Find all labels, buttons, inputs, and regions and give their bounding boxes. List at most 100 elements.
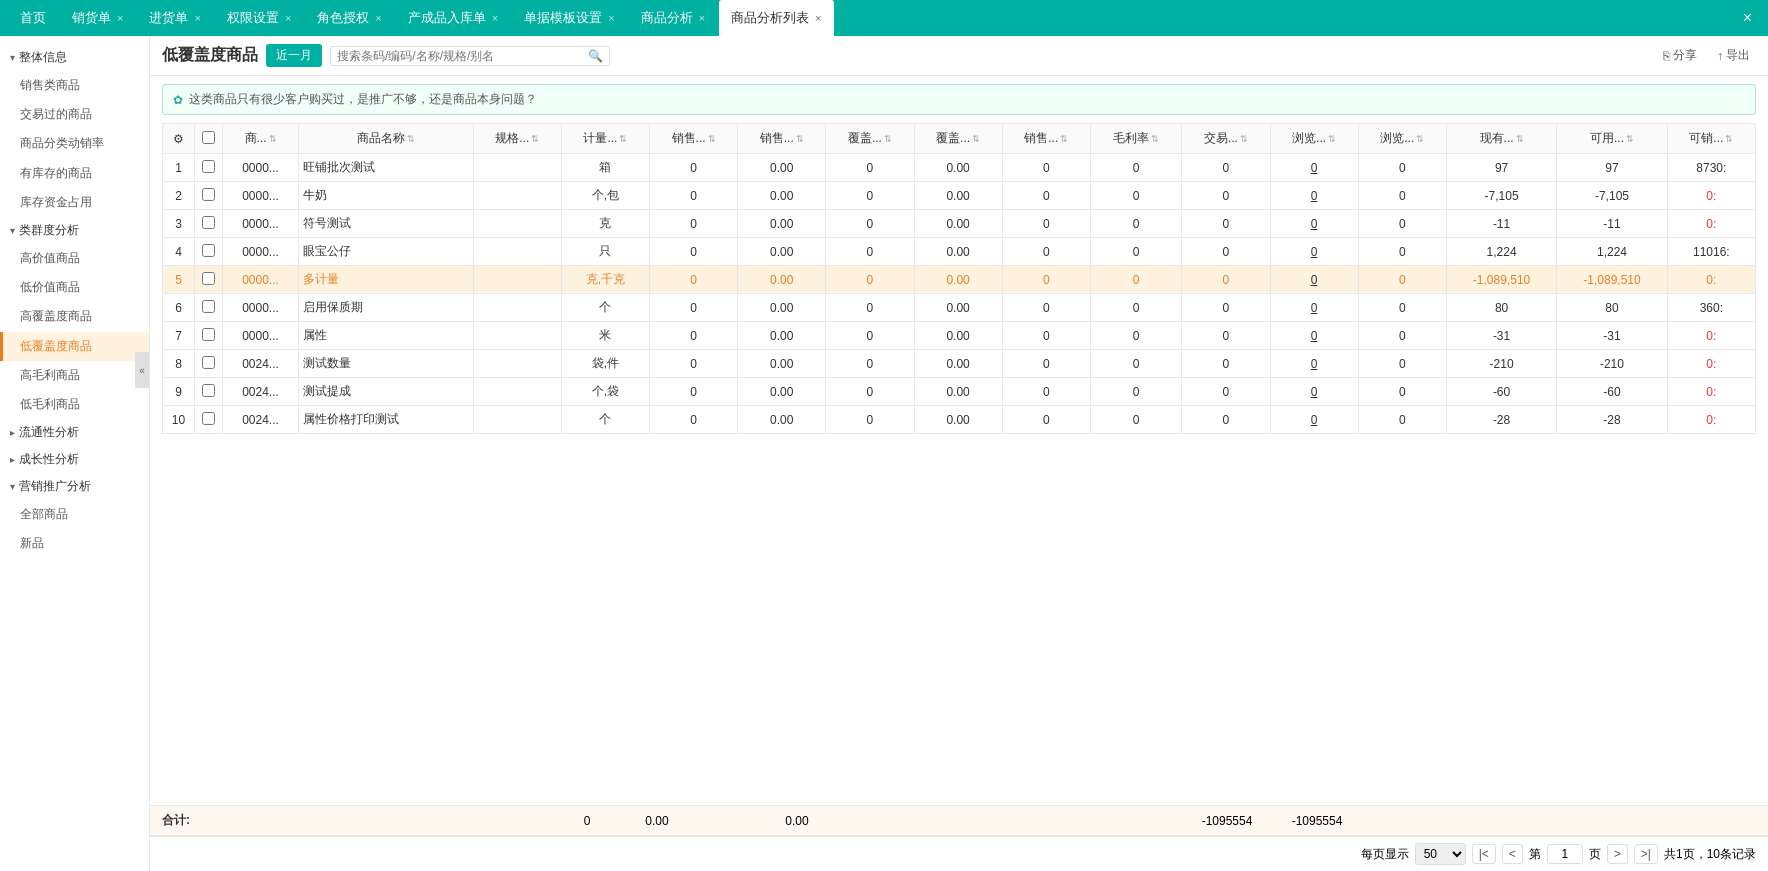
close-icon[interactable]: × [815,12,821,24]
page-number-input[interactable] [1547,844,1583,864]
row-name[interactable]: 测试提成 [299,378,474,406]
row-name[interactable]: 旺铺批次测试 [299,154,474,182]
row-checkbox[interactable] [195,294,223,322]
last-page-button[interactable]: >| [1634,844,1658,864]
row-checkbox[interactable] [195,378,223,406]
row-select-checkbox[interactable] [202,356,215,369]
column-browse1[interactable]: 浏览...⇅ [1270,124,1358,154]
close-icon[interactable]: × [117,12,123,24]
row-browse1[interactable]: 0 [1270,350,1358,378]
sidebar-item-all-products[interactable]: 全部商品 [0,500,149,529]
export-button[interactable]: ↑ 导出 [1711,44,1756,67]
row-select-checkbox[interactable] [202,188,215,201]
row-checkbox[interactable] [195,210,223,238]
sidebar-item-inventory-capital[interactable]: 库存资金占用 [0,188,149,217]
nav-home[interactable]: 首页 [8,0,58,36]
nav-product-analysis[interactable]: 商品分析 × [629,0,717,36]
sidebar-item-low-value[interactable]: 低价值商品 [0,273,149,302]
column-sales3[interactable]: 销售...⇅ [1002,124,1090,154]
row-name[interactable]: 启用保质期 [299,294,474,322]
row-select-checkbox[interactable] [202,160,215,173]
row-select-checkbox[interactable] [202,272,215,285]
row-browse1[interactable]: 0 [1270,182,1358,210]
nav-product-analysis-list[interactable]: 商品分析列表 × [719,0,833,36]
row-checkbox[interactable] [195,350,223,378]
row-select-checkbox[interactable] [202,216,215,229]
sidebar-section-overall[interactable]: ▾ 整体信息 [0,44,149,71]
row-browse1[interactable]: 0 [1270,210,1358,238]
nav-sales-order[interactable]: 销货单 × [60,0,135,36]
close-icon[interactable]: × [194,12,200,24]
row-browse1[interactable]: 0 [1270,294,1358,322]
column-available[interactable]: 可用...⇅ [1557,124,1667,154]
column-sales-qty[interactable]: 销售...⇅ [650,124,738,154]
row-select-checkbox[interactable] [202,244,215,257]
sidebar-section-circulation[interactable]: ▸ 流通性分析 [0,419,149,446]
row-browse1[interactable]: 0 [1270,406,1358,434]
sidebar-item-in-stock[interactable]: 有库存的商品 [0,159,149,188]
row-name[interactable]: 属性 [299,322,474,350]
column-sales-amt[interactable]: 销售...⇅ [738,124,826,154]
row-name[interactable]: 眼宝公仔 [299,238,474,266]
row-checkbox[interactable] [195,406,223,434]
nav-purchase-order[interactable]: 进货单 × [137,0,212,36]
select-all-checkbox[interactable] [202,131,215,144]
close-icon[interactable]: × [608,12,614,24]
close-icon[interactable]: × [375,12,381,24]
row-browse1[interactable]: 0 [1270,266,1358,294]
sidebar-section-cluster[interactable]: ▾ 类群度分析 [0,217,149,244]
column-name[interactable]: 商品名称⇅ [299,124,474,154]
row-browse1[interactable]: 0 [1270,154,1358,182]
column-profit-rate[interactable]: 毛利率⇅ [1090,124,1181,154]
column-cover1[interactable]: 覆盖...⇅ [826,124,914,154]
row-name[interactable]: 符号测试 [299,210,474,238]
first-page-button[interactable]: |< [1472,844,1496,864]
row-checkbox[interactable] [195,266,223,294]
sidebar-item-high-coverage[interactable]: 高覆盖度商品 [0,302,149,331]
row-checkbox[interactable] [195,154,223,182]
row-checkbox[interactable] [195,238,223,266]
sidebar-section-growth[interactable]: ▸ 成长性分析 [0,446,149,473]
row-select-checkbox[interactable] [202,384,215,397]
column-checkbox[interactable] [195,124,223,154]
filter-recent-month-button[interactable]: 近一月 [266,44,322,67]
column-unit[interactable]: 计量...⇅ [561,124,649,154]
nav-role-auth[interactable]: 角色授权 × [305,0,393,36]
nav-template-settings[interactable]: 单据模板设置 × [512,0,626,36]
page-size-select[interactable]: 20 50 100 [1415,843,1466,865]
row-browse1[interactable]: 0 [1270,378,1358,406]
close-icon[interactable]: × [699,12,705,24]
window-close-button[interactable]: × [1735,9,1760,27]
share-button[interactable]: ⎘ 分享 [1657,44,1703,67]
row-name[interactable]: 牛奶 [299,182,474,210]
row-select-checkbox[interactable] [202,412,215,425]
column-gear[interactable]: ⚙ [163,124,195,154]
close-icon[interactable]: × [492,12,498,24]
column-sellable[interactable]: 可销...⇅ [1667,124,1755,154]
sidebar-item-category-turnover[interactable]: 商品分类动销率 [0,129,149,158]
search-input[interactable] [337,49,584,63]
sidebar-item-sales-products[interactable]: 销售类商品 [0,71,149,100]
nav-finished-goods[interactable]: 产成品入库单 × [396,0,510,36]
search-icon[interactable]: 🔍 [588,49,603,63]
row-browse1[interactable]: 0 [1270,238,1358,266]
column-trade[interactable]: 交易...⇅ [1182,124,1270,154]
sidebar-item-high-value[interactable]: 高价值商品 [0,244,149,273]
sidebar-collapse-button[interactable]: « [135,352,149,388]
row-browse1[interactable]: 0 [1270,322,1358,350]
column-cover2[interactable]: 覆盖...⇅ [914,124,1002,154]
column-current-stock[interactable]: 现有...⇅ [1446,124,1556,154]
sidebar-item-high-margin[interactable]: 高毛利商品 [0,361,149,390]
nav-permission-settings[interactable]: 权限设置 × [215,0,303,36]
row-checkbox[interactable] [195,182,223,210]
row-name[interactable]: 多计量 [299,266,474,294]
row-select-checkbox[interactable] [202,300,215,313]
close-icon[interactable]: × [285,12,291,24]
row-name[interactable]: 测试数量 [299,350,474,378]
row-select-checkbox[interactable] [202,328,215,341]
row-name[interactable]: 属性价格打印测试 [299,406,474,434]
sidebar-item-new-products[interactable]: 新品 [0,529,149,558]
column-spec[interactable]: 规格...⇅ [473,124,561,154]
prev-page-button[interactable]: < [1502,844,1523,864]
sidebar-item-low-margin[interactable]: 低毛利商品 [0,390,149,419]
